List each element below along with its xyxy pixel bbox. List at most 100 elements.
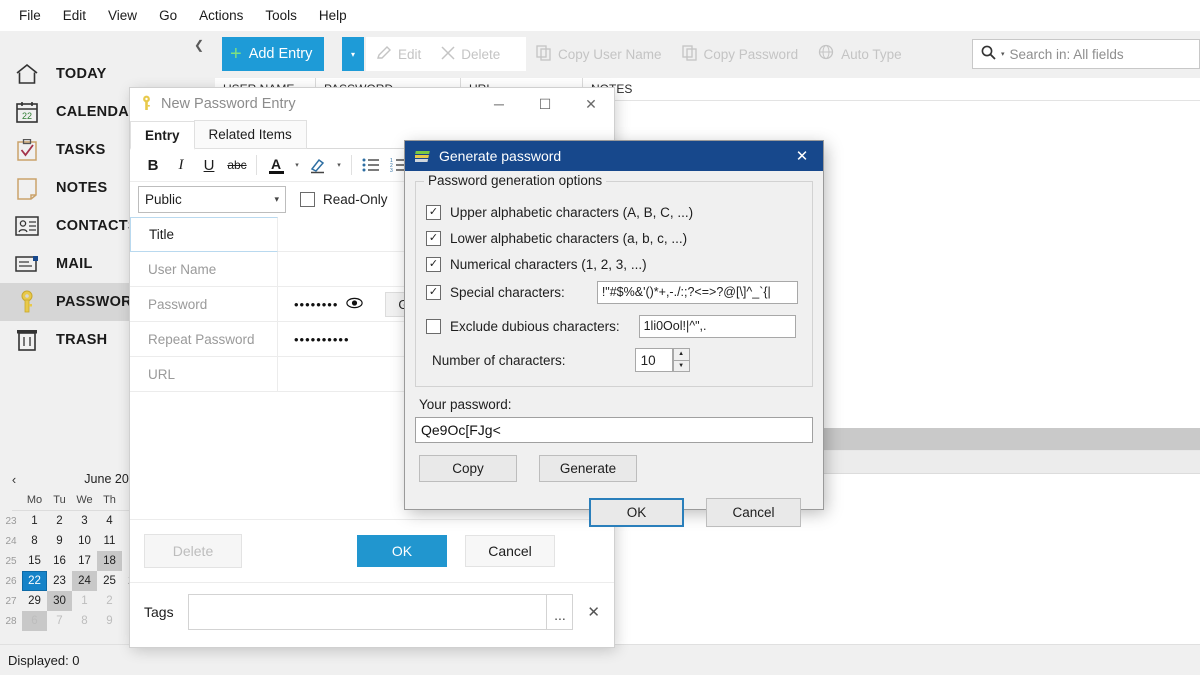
calendar-day[interactable]: 10 [72,531,97,551]
dialog-title-bar[interactable]: New Password Entry ─ ☐ ✕ [130,88,614,120]
number-of-characters-stepper[interactable]: 10 ▲ ▼ [634,348,690,372]
font-color-icon[interactable]: A [263,152,289,178]
menu-item-edit[interactable]: Edit [52,4,97,27]
font-color-caret-icon[interactable]: ▾ [291,152,303,178]
copy-user-name-button[interactable]: Copy User Name [526,37,672,71]
calendar-week-number: 26 [5,575,17,587]
calendar-day[interactable]: 30 [47,591,72,611]
clipboard-check-icon [12,136,42,164]
calendar-day[interactable]: 11 [97,531,122,551]
calendar-day[interactable]: 1 [22,511,47,531]
strikethrough-icon[interactable]: abc [224,152,250,178]
minimize-icon[interactable]: ─ [476,88,522,120]
close-icon[interactable]: ✕ [781,141,823,171]
calendar-day[interactable]: 9 [97,611,122,631]
chevron-left-icon[interactable]: ❮ [190,36,208,54]
copy-button[interactable]: Copy [419,455,517,482]
close-icon[interactable]: ✕ [568,88,614,120]
calendar-day[interactable]: 8 [22,531,47,551]
generate-cancel-button[interactable]: Cancel [706,498,801,527]
generate-button[interactable]: Generate [539,455,637,482]
dialog-title: New Password Entry [161,96,296,112]
calendar-day[interactable]: 24 [72,571,97,591]
edit-button[interactable]: Edit [366,37,431,71]
calendar-day[interactable]: 16 [47,551,72,571]
tags-browse-button[interactable]: ... [546,595,572,629]
menu-item-view[interactable]: View [97,4,148,27]
read-only-checkbox[interactable]: Read-Only [300,192,388,207]
calendar-day[interactable]: 1 [72,591,97,611]
option-numerical[interactable]: ✓ Numerical characters (1, 2, 3, ...) [426,252,802,276]
calendar-day[interactable]: 7 [47,611,72,631]
menu-item-actions[interactable]: Actions [188,4,254,27]
cancel-button[interactable]: Cancel [465,535,555,567]
number-of-characters-value[interactable]: 10 [634,348,673,372]
tab-entry[interactable]: Entry [130,121,195,150]
calendar-day[interactable]: 2 [47,511,72,531]
calendar-day[interactable]: 18 [97,551,122,571]
home-icon [12,60,42,88]
toolbar: + Add Entry ▾ Edit Delete Copy User Name… [215,31,1200,78]
search-scope-caret-icon[interactable]: ▾ [1001,50,1005,58]
tags-input[interactable]: ... [187,594,574,630]
generate-dialog-title: Generate password [439,148,562,164]
generate-dialog-title-bar[interactable]: Generate password ✕ [405,141,823,171]
menu-item-go[interactable]: Go [148,4,188,27]
calendar-day[interactable]: 22 [22,571,47,591]
bold-icon[interactable]: B [140,152,166,178]
column-header-notes[interactable]: NOTES [582,77,1200,101]
calendar-day[interactable]: 3 [72,511,97,531]
delete-button[interactable]: Delete [431,37,510,71]
stepper-up-icon[interactable]: ▲ [672,348,690,361]
calendar-icon: 22 [12,98,42,126]
add-entry-button[interactable]: + Add Entry [222,37,325,71]
eye-icon[interactable] [346,297,364,312]
maximize-icon[interactable]: ☐ [522,88,568,120]
calendar-day[interactable]: 29 [22,591,47,611]
tags-clear-icon[interactable]: ✕ [587,603,600,621]
calendar-day[interactable]: 17 [72,551,97,571]
auto-type-button[interactable]: Auto Type [808,37,912,71]
calendar-day[interactable]: 15 [22,551,47,571]
add-entry-dropdown-button[interactable]: ▾ [342,37,364,71]
your-password-input[interactable]: Qe9Oc[FJg< [415,417,813,443]
sidebar-item-label: TASKS [56,142,106,158]
calendar-prev-icon[interactable]: ‹ [6,472,22,487]
menu-item-help[interactable]: Help [308,4,358,27]
calendar-day[interactable]: 23 [47,571,72,591]
password-masked-value[interactable]: •••••••• [294,297,338,312]
delete-entry-button[interactable]: Delete [144,534,242,568]
checkbox-checked: ✓ [426,256,441,272]
underline-icon[interactable]: U [196,152,222,178]
calendar-day[interactable]: 9 [47,531,72,551]
exclude-dubious-input[interactable]: 1li0Ool!|^",. [638,314,796,338]
calendar-day[interactable]: 2 [97,591,122,611]
highlight-icon[interactable] [305,152,331,178]
note-icon [12,174,42,202]
option-lower-alphabetic[interactable]: ✓ Lower alphabetic characters (a, b, c, … [426,226,802,250]
search-input[interactable]: ▾ Search in: All fields [972,39,1200,69]
copy-password-button[interactable]: Copy Password [672,37,809,71]
highlight-caret-icon[interactable]: ▾ [333,152,345,178]
option-upper-alphabetic[interactable]: ✓ Upper alphabetic characters (A, B, C, … [426,200,802,224]
generate-ok-button[interactable]: OK [589,498,684,527]
option-special-characters[interactable]: ✓ Special characters: !"#$%&'()*+,-./:;?… [426,280,802,304]
calendar-dow: We [76,494,93,506]
visibility-select[interactable]: Public ▾ [138,186,286,213]
calendar-day[interactable]: 8 [72,611,97,631]
number-of-characters-row: Number of characters: 10 ▲ ▼ [426,348,802,372]
menu-item-file[interactable]: File [8,4,52,27]
calendar-day[interactable]: 6 [22,611,47,631]
ok-button[interactable]: OK [357,535,447,567]
calendar-day[interactable]: 25 [97,571,122,591]
bullet-list-icon[interactable] [358,152,384,178]
option-exclude-dubious[interactable]: Exclude dubious characters: 1li0Ool!|^",… [426,314,802,338]
stepper-down-icon[interactable]: ▼ [672,360,690,372]
special-characters-input[interactable]: !"#$%&'()*+,-./:;?<=>?@[\]^_`{| [596,280,798,304]
italic-icon[interactable]: I [168,152,194,178]
tab-related-items[interactable]: Related Items [193,120,307,149]
mail-icon [12,250,42,278]
tags-input-field[interactable] [189,595,547,629]
menu-item-tools[interactable]: Tools [254,4,308,27]
calendar-day[interactable]: 4 [97,511,122,531]
